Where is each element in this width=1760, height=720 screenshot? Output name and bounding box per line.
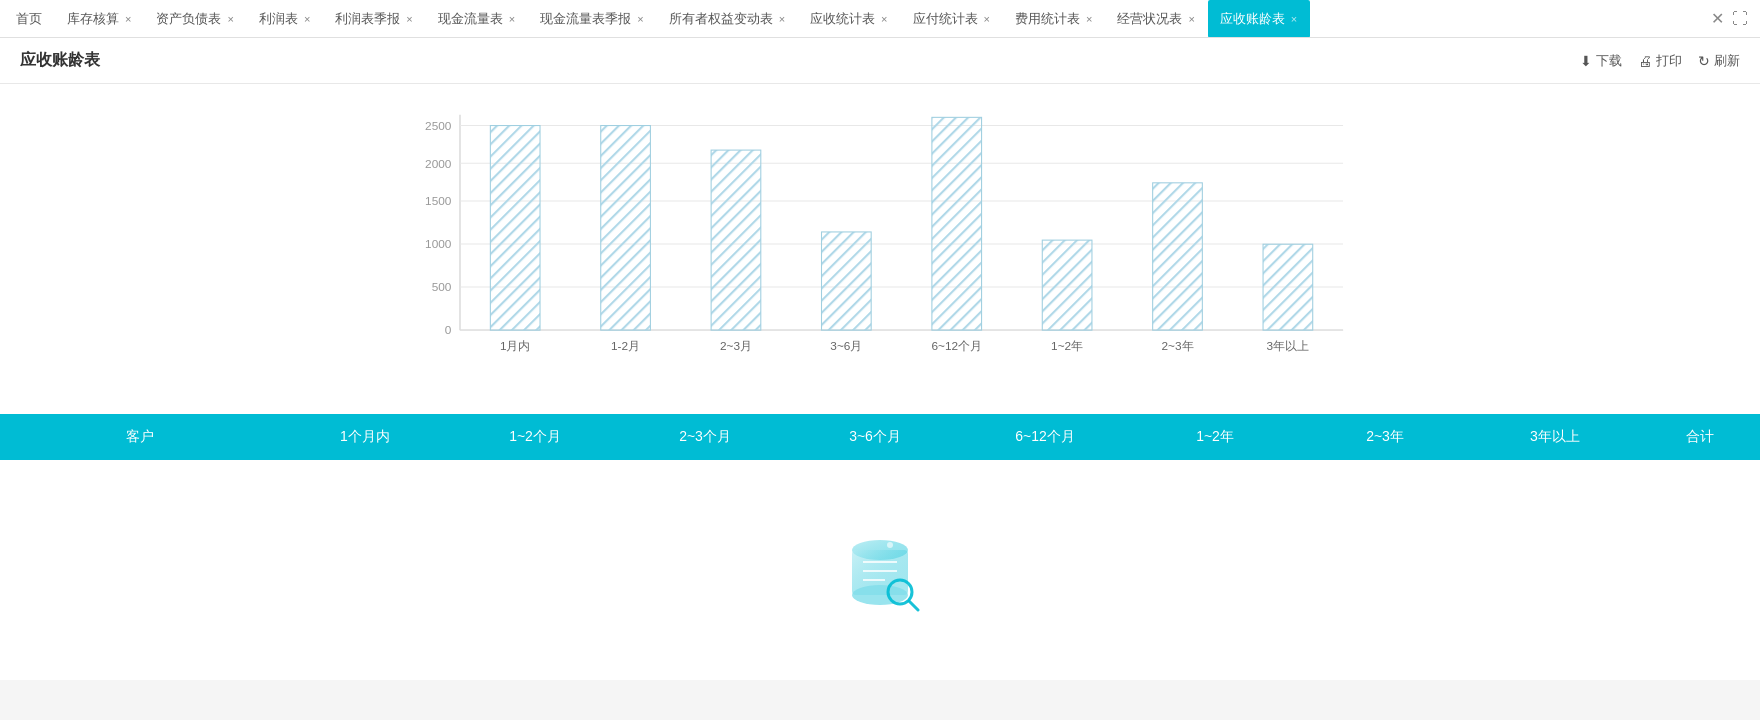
refresh-label: 刷新 (1714, 52, 1740, 70)
tab-ar-stats[interactable]: 应收统计表× (798, 0, 900, 38)
tab-inventory[interactable]: 库存核算× (55, 0, 144, 38)
window-controls: ✕ ⛶ (1711, 9, 1756, 28)
tab-close-balance-sheet[interactable]: × (227, 13, 233, 25)
table-header-col-4: 3~6个月 (790, 414, 960, 460)
tab-equity-changes[interactable]: 所有者权益变动表× (657, 0, 798, 38)
print-button[interactable]: 🖨 打印 (1638, 52, 1682, 70)
table-header-col-5: 6~12个月 (960, 414, 1130, 460)
svg-text:2~3年: 2~3年 (1161, 339, 1193, 353)
svg-point-40 (852, 585, 908, 605)
tab-balance-sheet[interactable]: 资产负债表× (144, 0, 246, 38)
tab-close-profit[interactable]: × (304, 13, 310, 25)
table-header-col-8: 3年以上 (1470, 414, 1640, 460)
aging-bar-chart: 0 500 1000 1500 2000 2500 1月内 1-2月 2~3月 3~6月 6~12… (30, 104, 1730, 384)
tab-close-business-status[interactable]: × (1188, 13, 1194, 25)
tab-profit-quarterly[interactable]: 利润表季报× (323, 0, 425, 38)
tab-close-ap-stats[interactable]: × (984, 13, 990, 25)
svg-text:6~12个月: 6~12个月 (931, 339, 982, 353)
maximize-window-icon[interactable]: ⛶ (1732, 10, 1748, 28)
svg-text:1-2月: 1-2月 (611, 339, 640, 353)
page-header: 应收账龄表 ⬇ 下载 🖨 打印 ↻ 刷新 (0, 38, 1760, 84)
empty-state-icon (830, 520, 930, 620)
tab-close-ar-stats[interactable]: × (881, 13, 887, 25)
svg-text:1~2年: 1~2年 (1051, 339, 1083, 353)
tab-close-equity-changes[interactable]: × (779, 13, 785, 25)
chart-container: 0 500 1000 1500 2000 2500 1月内 1-2月 2~3月 3~6月 6~12… (30, 104, 1730, 384)
table-header-col-1: 1个月内 (280, 414, 450, 460)
table-header-col-9: 合计 (1640, 414, 1760, 460)
table-header-col-3: 2~3个月 (620, 414, 790, 460)
table-header-col-0: 客户 (0, 414, 280, 460)
svg-text:1500: 1500 (425, 194, 452, 208)
print-icon: 🖨 (1638, 53, 1652, 69)
main-content: 0 500 1000 1500 2000 2500 1月内 1-2月 2~3月 3~6月 6~12… (0, 84, 1760, 680)
svg-point-46 (887, 542, 893, 548)
svg-text:0: 0 (445, 323, 452, 337)
tab-close-ar-aging[interactable]: × (1291, 13, 1297, 25)
table-header: 客户1个月内1~2个月2~3个月3~6个月6~12个月1~2年2~3年3年以上合… (0, 414, 1760, 460)
close-window-icon[interactable]: ✕ (1711, 9, 1724, 28)
tab-close-inventory[interactable]: × (125, 13, 131, 25)
svg-rect-28 (1153, 183, 1203, 330)
tab-profit[interactable]: 利润表× (247, 0, 323, 38)
svg-rect-23 (601, 126, 651, 331)
refresh-button[interactable]: ↻ 刷新 (1698, 52, 1740, 70)
tab-business-status[interactable]: 经营状况表× (1105, 0, 1207, 38)
page-actions: ⬇ 下载 🖨 打印 ↻ 刷新 (1580, 52, 1740, 70)
page-title: 应收账龄表 (20, 50, 100, 71)
table-header-col-2: 1~2个月 (450, 414, 620, 460)
svg-text:2~3月: 2~3月 (720, 339, 752, 353)
tab-cashflow[interactable]: 现金流量表× (426, 0, 528, 38)
tab-close-profit-quarterly[interactable]: × (406, 13, 412, 25)
svg-rect-29 (1263, 244, 1313, 330)
svg-text:3年以上: 3年以上 (1267, 339, 1310, 353)
svg-text:1月内: 1月内 (500, 339, 531, 353)
svg-rect-26 (932, 117, 982, 330)
svg-rect-24 (711, 150, 761, 330)
tab-ap-stats[interactable]: 应付统计表× (901, 0, 1003, 38)
print-label: 打印 (1656, 52, 1682, 70)
svg-text:1000: 1000 (425, 237, 452, 251)
table-header-col-6: 1~2年 (1130, 414, 1300, 460)
tab-bar: 首页库存核算×资产负债表×利润表×利润表季报×现金流量表×现金流量表季报×所有者… (0, 0, 1760, 38)
svg-rect-27 (1042, 240, 1092, 330)
table-header-col-7: 2~3年 (1300, 414, 1470, 460)
tab-close-expense-stats[interactable]: × (1086, 13, 1092, 25)
svg-text:500: 500 (432, 280, 452, 294)
tab-expense-stats[interactable]: 费用统计表× (1003, 0, 1105, 38)
svg-text:2000: 2000 (425, 157, 452, 171)
tab-ar-aging[interactable]: 应收账龄表× (1208, 0, 1310, 38)
refresh-icon: ↻ (1698, 53, 1710, 69)
svg-text:3~6月: 3~6月 (830, 339, 862, 353)
tab-cashflow-quarterly[interactable]: 现金流量表季报× (528, 0, 656, 38)
tab-close-cashflow[interactable]: × (509, 13, 515, 25)
svg-text:2500: 2500 (425, 119, 452, 133)
svg-line-45 (909, 601, 918, 610)
empty-state (0, 460, 1760, 680)
tab-home[interactable]: 首页 (4, 0, 55, 38)
svg-rect-25 (822, 232, 872, 330)
svg-rect-22 (490, 126, 540, 331)
download-label: 下载 (1596, 52, 1622, 70)
tab-close-cashflow-quarterly[interactable]: × (637, 13, 643, 25)
download-button[interactable]: ⬇ 下载 (1580, 52, 1622, 70)
chart-area: 0 500 1000 1500 2000 2500 1月内 1-2月 2~3月 3~6月 6~12… (0, 84, 1760, 414)
download-icon: ⬇ (1580, 53, 1592, 69)
